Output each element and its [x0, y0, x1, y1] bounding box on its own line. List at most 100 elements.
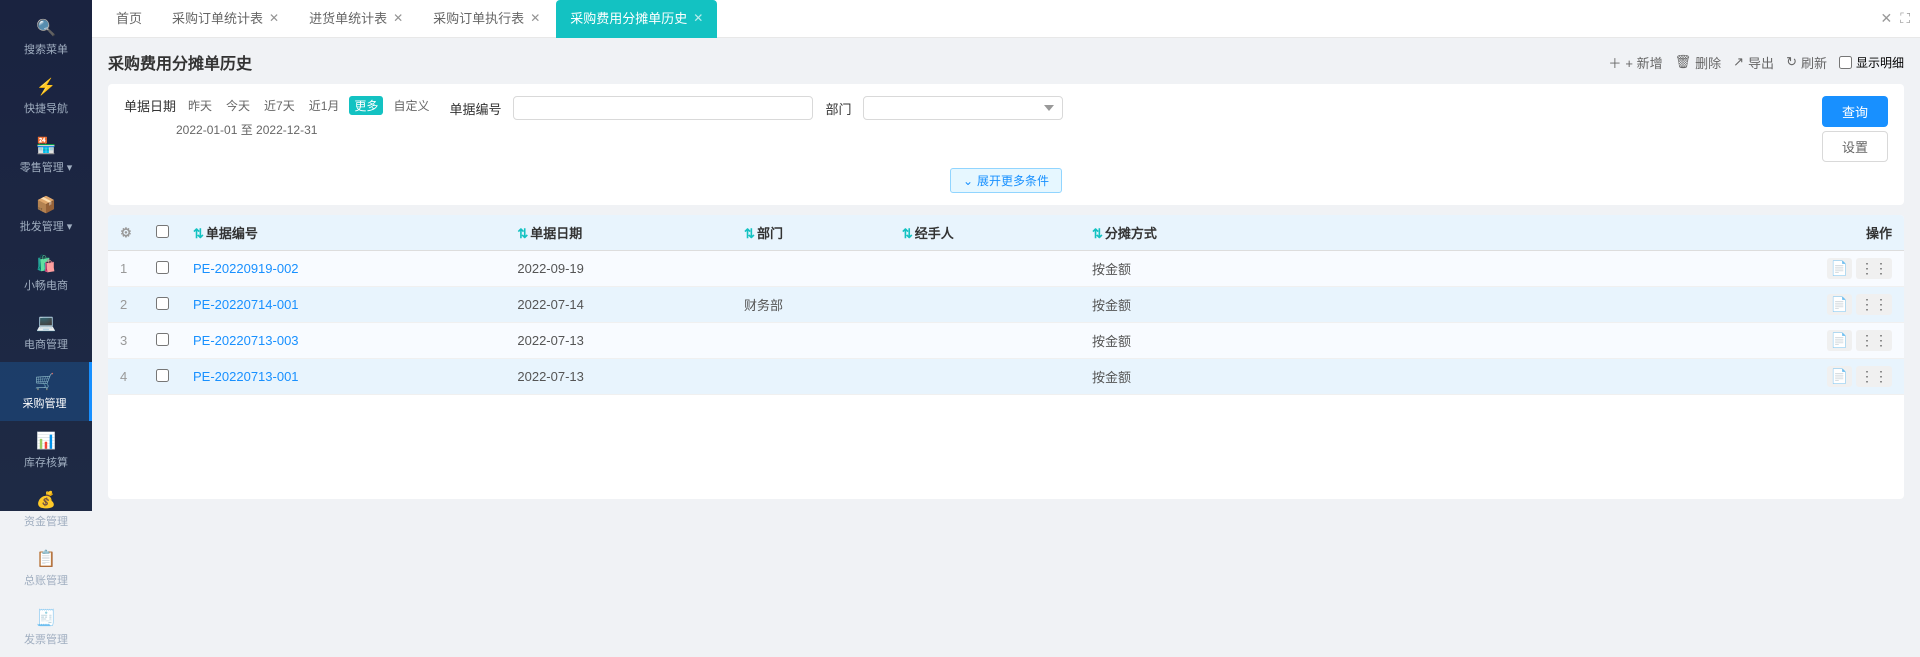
tab-close-1[interactable]: ✕ — [269, 11, 279, 25]
select-all-checkbox[interactable] — [156, 225, 169, 238]
row-more-btn-0[interactable]: ⋮⋮ — [1856, 258, 1892, 279]
sidebar-item-零售管理[interactable]: 🏪 零售管理 ▾ — [0, 126, 92, 185]
sidebar-item-总账管理[interactable]: 📋 总账管理 — [0, 539, 92, 598]
export-icon: ↗ — [1733, 54, 1744, 70]
sidebar-item-资金管理[interactable]: 💰 资金管理 — [0, 480, 92, 539]
doc-num-input[interactable] — [513, 96, 813, 120]
sidebar-item-搜索菜单[interactable]: 🔍 搜索菜单 — [0, 8, 92, 67]
row-more-btn-3[interactable]: ⋮⋮ — [1856, 366, 1892, 387]
row-dept-2 — [732, 323, 890, 359]
row-edit-btn-0[interactable]: 📄 — [1827, 258, 1852, 279]
row-num-0: 1 — [108, 251, 144, 287]
row-more-btn-1[interactable]: ⋮⋮ — [1856, 294, 1892, 315]
row-date-3: 2022-07-13 — [505, 359, 732, 395]
tab-bar: 首页采购订单统计表✕进货单统计表✕采购订单执行表✕采购费用分摊单历史✕ ✕ ⛶ — [92, 0, 1920, 38]
export-button[interactable]: ↗ 导出 — [1733, 53, 1774, 72]
expand-label: 展开更多条件 — [977, 172, 1049, 189]
row-num-3: 4 — [108, 359, 144, 395]
sidebar-icon-0: 🔍 — [36, 18, 56, 38]
row-op-3: 📄 ⋮⋮ — [1680, 359, 1904, 395]
sidebar-item-电商管理[interactable]: 💻 电商管理 — [0, 303, 92, 362]
sidebar: 🔍 搜索菜单⚡ 快捷导航🏪 零售管理 ▾📦 批发管理 ▾🛍️ 小畅电商💻 电商管… — [0, 0, 92, 511]
sidebar-item-批发管理[interactable]: 📦 批发管理 ▾ — [0, 185, 92, 244]
row-checkbox-1[interactable] — [144, 287, 181, 323]
export-label: 导出 — [1748, 53, 1774, 72]
refresh-icon: ↻ — [1786, 54, 1797, 70]
filter-main-row: 单据日期 昨天 今天 近7天 近1月 更多 自定义 2022-01-01 至 2… — [124, 96, 1888, 162]
settings-col-header[interactable]: ⚙ — [108, 215, 144, 251]
maximize-window-btn[interactable]: ⛶ — [1900, 10, 1910, 27]
tab-1[interactable]: 采购订单统计表✕ — [158, 0, 293, 38]
filter-left: 单据日期 昨天 今天 近7天 近1月 更多 自定义 2022-01-01 至 2… — [124, 96, 433, 138]
date-shortcuts: 昨天 今天 近7天 近1月 更多 自定义 — [184, 96, 433, 115]
row-edit-btn-1[interactable]: 📄 — [1827, 294, 1852, 315]
row-num-2: 3 — [108, 323, 144, 359]
filter-actions: 查询 设置 — [1822, 96, 1888, 162]
col-doc-num: ⇅单据编号 — [181, 215, 505, 251]
row-method-1: 按金额 — [1080, 287, 1680, 323]
row-doc-id-2[interactable]: PE-20220713-003 — [181, 323, 505, 359]
sidebar-label-4: 小畅电商 — [24, 277, 68, 293]
row-edit-btn-3[interactable]: 📄 — [1827, 366, 1852, 387]
row-edit-btn-2[interactable]: 📄 — [1827, 330, 1852, 351]
tab-label-0: 首页 — [116, 8, 142, 27]
delete-button[interactable]: 🗑 删除 — [1675, 53, 1722, 72]
sidebar-icon-3: 📦 — [36, 195, 56, 215]
sidebar-label-5: 电商管理 — [24, 336, 68, 352]
row-doc-id-3[interactable]: PE-20220713-001 — [181, 359, 505, 395]
col-method: ⇅分摊方式 — [1080, 215, 1680, 251]
sidebar-item-快捷导航[interactable]: ⚡ 快捷导航 — [0, 67, 92, 126]
shortcut-yesterday[interactable]: 昨天 — [184, 96, 216, 115]
row-date-0: 2022-09-19 — [505, 251, 732, 287]
row-doc-id-1[interactable]: PE-20220714-001 — [181, 287, 505, 323]
row-checkbox-0[interactable] — [144, 251, 181, 287]
col-op: 操作 — [1680, 215, 1904, 251]
tab-2[interactable]: 进货单统计表 ✕ — [295, 0, 417, 38]
page-body: 采购费用分摊单历史 ＋ + 新增 🗑 删除 ↗ 导出 ↻ 刷新 — [92, 38, 1920, 511]
sidebar-item-发票管理[interactable]: 🧾 发票管理 — [0, 598, 92, 657]
select-all-col[interactable] — [144, 215, 181, 251]
table-head: ⚙ ⇅单据编号 ⇅单据日期 ⇅部门 ⇅经手人 ⇅分摊方式 操作 — [108, 215, 1904, 251]
tab-3[interactable]: 采购订单执行表✕ — [419, 0, 554, 38]
row-method-3: 按金额 — [1080, 359, 1680, 395]
row-checkbox-3[interactable] — [144, 359, 181, 395]
sidebar-label-6: 采购管理 — [23, 395, 67, 411]
show-cols-checkbox[interactable] — [1839, 56, 1852, 69]
page-header: 采购费用分摊单历史 ＋ + 新增 🗑 删除 ↗ 导出 ↻ 刷新 — [108, 50, 1904, 74]
sidebar-item-采购管理[interactable]: 🛒 采购管理 — [0, 362, 92, 421]
shortcut-7days[interactable]: 近7天 — [260, 96, 299, 115]
tab-4[interactable]: 采购费用分摊单历史✕ — [556, 0, 717, 38]
tab-close-4[interactable]: ✕ — [693, 11, 703, 25]
shortcut-1month[interactable]: 近1月 — [305, 96, 344, 115]
shortcut-custom[interactable]: 自定义 — [389, 96, 433, 115]
query-button[interactable]: 查询 — [1822, 96, 1888, 127]
date-label: 单据日期 — [124, 96, 176, 115]
shortcut-more[interactable]: 更多 — [349, 96, 383, 115]
row-more-btn-2[interactable]: ⋮⋮ — [1856, 330, 1892, 351]
close-window-btn[interactable]: ✕ — [1880, 10, 1892, 27]
row-op-1: 📄 ⋮⋮ — [1680, 287, 1904, 323]
row-op-2: 📄 ⋮⋮ — [1680, 323, 1904, 359]
tab-label-2: 进货单统计表 — [309, 8, 387, 27]
delete-icon: 🗑 — [1675, 54, 1692, 70]
expand-icon: ⌄ — [963, 174, 973, 188]
row-doc-id-0[interactable]: PE-20220919-002 — [181, 251, 505, 287]
dept-select[interactable]: 财务部 — [863, 96, 1063, 120]
tab-close-3[interactable]: ✕ — [530, 11, 540, 25]
shortcut-today[interactable]: 今天 — [222, 96, 254, 115]
data-table: ⚙ ⇅单据编号 ⇅单据日期 ⇅部门 ⇅经手人 ⇅分摊方式 操作 1 PE-202… — [108, 215, 1904, 395]
settings-button[interactable]: 设置 — [1822, 131, 1888, 162]
filter-bottom: ⌄ 展开更多条件 — [124, 168, 1888, 193]
table-row: 3 PE-20220713-003 2022-07-13 按金额 📄 ⋮⋮ — [108, 323, 1904, 359]
tab-0[interactable]: 首页 — [102, 0, 156, 38]
sidebar-item-库存核算[interactable]: 📊 库存核算 — [0, 421, 92, 480]
show-cols-toggle[interactable]: 显示明细 — [1839, 54, 1904, 71]
table-row: 1 PE-20220919-002 2022-09-19 按金额 📄 ⋮⋮ — [108, 251, 1904, 287]
sidebar-icon-9: 📋 — [36, 549, 56, 569]
row-checkbox-2[interactable] — [144, 323, 181, 359]
sidebar-item-小畅电商[interactable]: 🛍️ 小畅电商 — [0, 244, 92, 303]
tab-close-2[interactable]: ✕ — [393, 11, 403, 25]
expand-more-btn[interactable]: ⌄ 展开更多条件 — [950, 168, 1062, 193]
refresh-button[interactable]: ↻ 刷新 — [1786, 53, 1827, 72]
add-button[interactable]: ＋ + 新增 — [1608, 53, 1662, 72]
